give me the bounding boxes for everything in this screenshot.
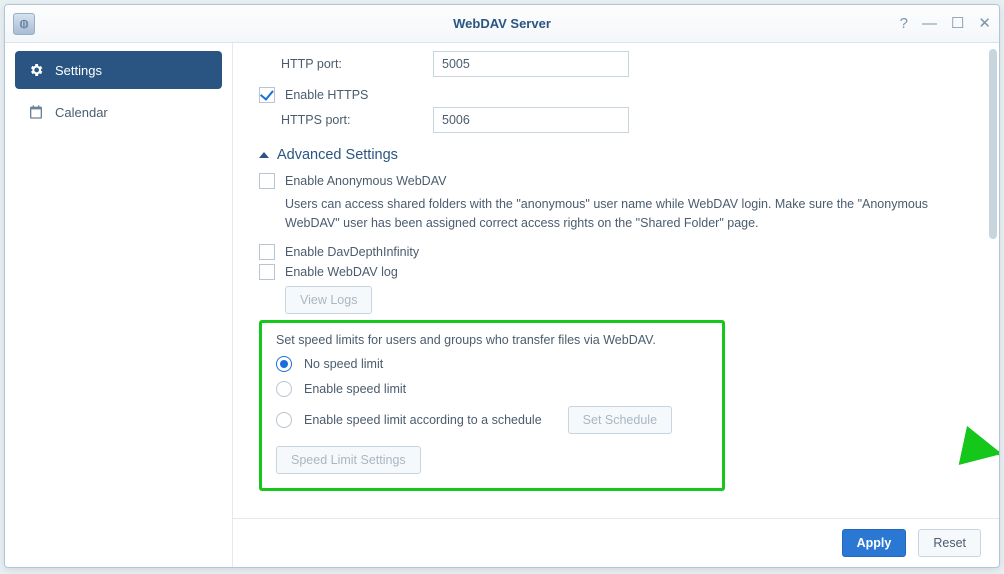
advanced-settings-header[interactable]: Advanced Settings: [259, 147, 981, 163]
window-controls: ? — ☐ ✕: [900, 16, 991, 31]
content: HTTP port: Enable HTTPS HTTPS port: Adva…: [233, 43, 999, 518]
enable-anonymous-label: Enable Anonymous WebDAV: [285, 174, 446, 188]
enable-webdav-log-label: Enable WebDAV log: [285, 265, 398, 279]
enable-speed-limit-radio[interactable]: [276, 381, 292, 397]
view-logs-button[interactable]: View Logs: [285, 286, 372, 314]
help-icon[interactable]: ?: [900, 16, 908, 31]
enable-anonymous-checkbox[interactable]: [259, 173, 275, 189]
schedule-speed-limit-radio[interactable]: [276, 412, 292, 428]
enable-depth-infinity-label: Enable DavDepthInfinity: [285, 245, 419, 259]
maximize-icon[interactable]: ☐: [951, 16, 964, 31]
footer-buttons: Apply Reset: [233, 518, 999, 567]
sidebar-item-settings[interactable]: Settings: [15, 51, 222, 89]
chevron-up-icon: [259, 152, 269, 158]
set-schedule-button[interactable]: Set Schedule: [568, 406, 672, 434]
minimize-icon[interactable]: —: [922, 16, 937, 31]
window-title: WebDAV Server: [453, 16, 551, 31]
speed-limit-desc: Set speed limits for users and groups wh…: [276, 333, 708, 347]
content-wrap: HTTP port: Enable HTTPS HTTPS port: Adva…: [233, 43, 999, 567]
anonymous-help-text: Users can access shared folders with the…: [285, 195, 981, 234]
http-port-label: HTTP port:: [281, 57, 433, 71]
enable-speed-limit-label: Enable speed limit: [304, 382, 406, 396]
sidebar-item-label: Calendar: [55, 105, 108, 120]
advanced-settings-title: Advanced Settings: [277, 147, 398, 163]
no-speed-limit-radio[interactable]: [276, 356, 292, 372]
enable-depth-infinity-checkbox[interactable]: [259, 244, 275, 260]
gear-icon: [27, 61, 45, 79]
https-port-label: HTTPS port:: [281, 113, 433, 127]
sidebar-item-label: Settings: [55, 63, 102, 78]
speed-limit-settings-button[interactable]: Speed Limit Settings: [276, 446, 421, 474]
enable-https-checkbox[interactable]: [259, 87, 275, 103]
enable-webdav-log-checkbox[interactable]: [259, 264, 275, 280]
calendar-icon: [27, 103, 45, 121]
no-speed-limit-label: No speed limit: [304, 357, 383, 371]
https-port-input[interactable]: [433, 107, 629, 133]
enable-https-label: Enable HTTPS: [285, 88, 368, 102]
scrollbar[interactable]: [989, 49, 997, 239]
annotation-arrow: [993, 433, 999, 476]
title-bar: ◍ WebDAV Server ? — ☐ ✕: [5, 5, 999, 43]
app-icon: ◍: [13, 13, 35, 35]
speed-limit-group: Set speed limits for users and groups wh…: [259, 320, 725, 491]
http-port-input[interactable]: [433, 51, 629, 77]
apply-button[interactable]: Apply: [842, 529, 907, 557]
reset-button[interactable]: Reset: [918, 529, 981, 557]
window: ◍ WebDAV Server ? — ☐ ✕ Settings Calenda…: [4, 4, 1000, 568]
body: Settings Calendar HTTP port: Enable HTTP…: [5, 43, 999, 567]
sidebar-item-calendar[interactable]: Calendar: [15, 93, 222, 131]
close-icon[interactable]: ✕: [978, 16, 991, 31]
sidebar: Settings Calendar: [5, 43, 233, 567]
schedule-speed-limit-label: Enable speed limit according to a schedu…: [304, 413, 542, 427]
